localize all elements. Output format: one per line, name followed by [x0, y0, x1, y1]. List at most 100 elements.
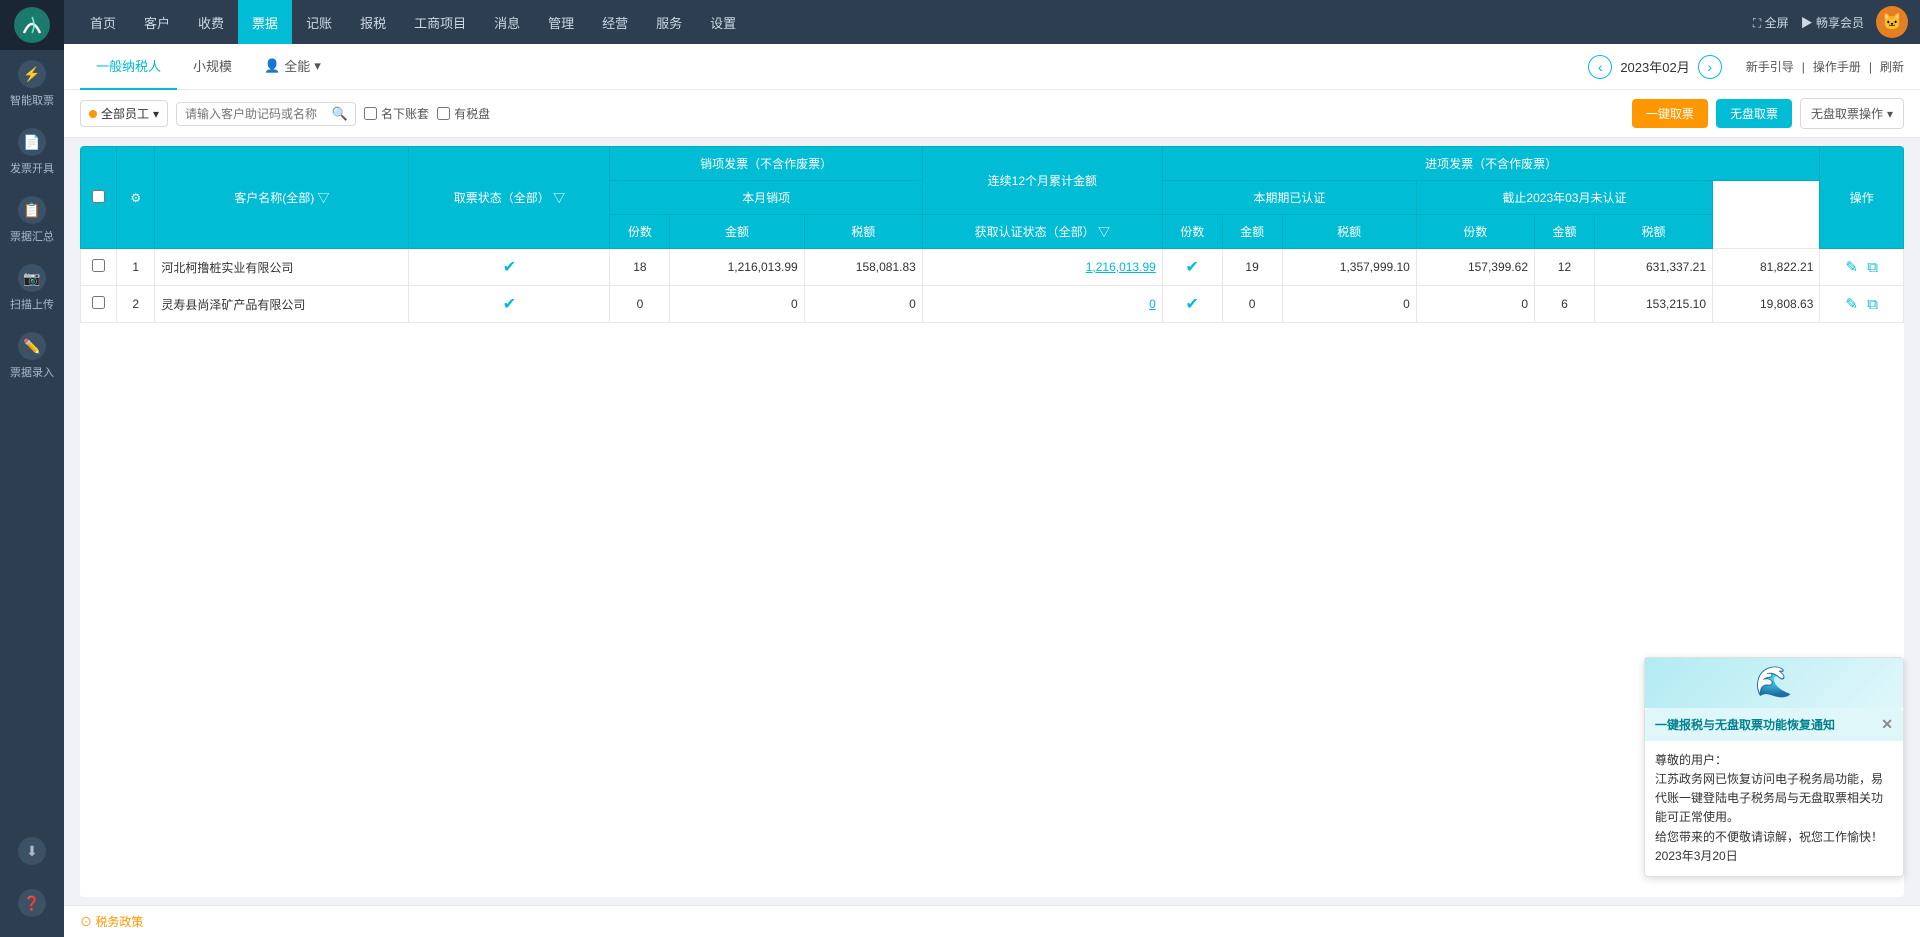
invoice-summary-icon: 📋	[18, 196, 46, 224]
next-month-btn[interactable]: ›	[1698, 55, 1722, 79]
nav-bookkeeping[interactable]: 记账	[292, 0, 346, 44]
chevron-down-icon: ▾	[314, 58, 321, 74]
row-checkbox-cell	[81, 249, 117, 286]
no-disk-operations-btn[interactable]: 无盘取票操作 ▾	[1800, 98, 1904, 129]
row-fetch-status: ✔	[409, 286, 610, 323]
col-sales-count: 份数	[610, 215, 670, 249]
toolbar-right: 一键取票 无盘取票 无盘取票操作 ▾	[1632, 98, 1904, 129]
nav-service[interactable]: 服务	[642, 0, 696, 44]
employee-dot	[89, 110, 97, 118]
sidebar-item-invoice-entry[interactable]: ✏️ 票据录入	[0, 322, 64, 390]
copy-icon[interactable]: ⧉	[1867, 259, 1878, 276]
no-disk-fetch-btn[interactable]: 无盘取票	[1716, 99, 1792, 128]
dropdown-icon: ▾	[153, 107, 159, 121]
toolbar: 全部员工 ▾ 🔍 名下账套 有税盘 一键取票 无盘取票 无盘取票操作 ▾	[64, 90, 1920, 138]
all-icon: 👤	[264, 58, 280, 74]
one-click-fetch-btn[interactable]: 一键取票	[1632, 99, 1708, 128]
col-uncert-amount: 金额	[1535, 215, 1595, 249]
nav-customer[interactable]: 客户	[130, 0, 184, 44]
row-purch-count: 0	[1222, 286, 1282, 323]
manual-btn[interactable]: 操作手册	[1813, 58, 1861, 75]
sidebar-item-invoice-summary[interactable]: 📋 票据汇总	[0, 186, 64, 254]
row-cumulative: 1,216,013.99	[922, 249, 1162, 286]
sidebar-item-scan-upload[interactable]: 📷 扫描上传	[0, 254, 64, 322]
row-index: 2	[117, 286, 155, 323]
prev-month-btn[interactable]: ‹	[1588, 55, 1612, 79]
nav-tax[interactable]: 报税	[346, 0, 400, 44]
edit-icon[interactable]: ✎	[1845, 296, 1858, 313]
cert-filter-icon[interactable]: ▽	[1098, 225, 1110, 239]
month-display: 2023年02月	[1620, 57, 1689, 76]
tab-general[interactable]: 一般纳税人	[80, 44, 177, 90]
refresh-btn[interactable]: 刷新	[1880, 58, 1904, 75]
row-checkbox-cell	[81, 286, 117, 323]
row-sales-amount: 1,216,013.99	[670, 249, 804, 286]
col-sales-amount: 金额	[670, 215, 804, 249]
filter-icon[interactable]: ▽	[318, 191, 330, 205]
tax-policy-link[interactable]: ⊙ 税务政策	[80, 913, 143, 930]
employee-select[interactable]: 全部员工 ▾	[80, 100, 168, 127]
col-uncert-tax: 税额	[1594, 215, 1712, 249]
notification-close-btn[interactable]: ✕	[1881, 716, 1893, 733]
col-checkbox-header	[81, 147, 117, 249]
nav-operation[interactable]: 经营	[588, 0, 642, 44]
col-ops-header: 操作	[1820, 147, 1904, 249]
row-company-name: 灵寿县尚泽矿产品有限公司	[155, 286, 409, 323]
smart-fetch-icon: ⚡	[18, 60, 46, 88]
col-purch-amount: 金额	[1222, 215, 1282, 249]
col-fetch-status-header: 取票状态（全部） ▽	[409, 147, 610, 249]
row-cert-status: ✔	[1162, 286, 1222, 323]
top-nav: 首页 客户 收费 票据 记账 报税 工商项目 消息 管理 经营 服务 设置 ⛶ …	[64, 0, 1920, 44]
table-row: 2 灵寿县尚泽矿产品有限公司 ✔ 0 0 0 0 ✔ 0 0 0 6 153,2…	[81, 286, 1904, 323]
sidebar: ⚡ 智能取票 📄 发票开具 📋 票据汇总 📷 扫描上传 ✏️ 票据录入 ⬇ ❓	[0, 0, 64, 937]
row-checkbox-1[interactable]	[92, 296, 105, 309]
table-row: 1 河北柯撸桩实业有限公司 ✔ 18 1,216,013.99 158,081.…	[81, 249, 1904, 286]
invoice-entry-icon: ✏️	[18, 332, 46, 360]
search-input[interactable]	[176, 102, 356, 126]
row-sales-count: 0	[610, 286, 670, 323]
top-nav-right: ⛶ 全屏 ▶ 畅享会员 🐱	[1753, 6, 1908, 38]
checkbox-taxdisk-label[interactable]: 有税盘	[437, 105, 490, 122]
filter-icon2[interactable]: ▽	[553, 191, 565, 205]
checkbox-account[interactable]	[364, 107, 377, 120]
sidebar-item-invoice-open[interactable]: 📄 发票开具	[0, 118, 64, 186]
new-guide-btn[interactable]: 新手引导	[1746, 58, 1794, 75]
content: 一般纳税人 小规模 👤 全能 ▾ ‹ 2023年02月 › 新手引导 | 操作手…	[64, 44, 1920, 937]
scan-upload-icon: 📷	[18, 264, 46, 292]
col-settings-header: ⚙	[117, 147, 155, 249]
nav-management[interactable]: 管理	[534, 0, 588, 44]
copy-icon[interactable]: ⧉	[1867, 296, 1878, 313]
nav-revenue[interactable]: 收费	[184, 0, 238, 44]
row-actions: ✎ ⧉	[1820, 249, 1904, 286]
checkbox-account-label[interactable]: 名下账套	[364, 105, 429, 122]
row-sales-tax: 0	[804, 286, 922, 323]
nav-invoice[interactable]: 票据	[238, 0, 292, 44]
row-purch-amount: 0	[1282, 286, 1416, 323]
nav-message[interactable]: 消息	[480, 0, 534, 44]
nav-business[interactable]: 工商项目	[400, 0, 480, 44]
fullscreen-btn[interactable]: ⛶ 全屏	[1753, 14, 1789, 31]
edit-icon[interactable]: ✎	[1845, 259, 1858, 276]
invoice-open-icon: 📄	[18, 128, 46, 156]
row-cumulative: 0	[922, 286, 1162, 323]
nav-settings[interactable]: 设置	[696, 0, 750, 44]
user-avatar[interactable]: 🐱	[1876, 6, 1908, 38]
sidebar-item-download[interactable]: ⬇	[0, 827, 64, 875]
search-icon[interactable]: 🔍	[332, 106, 348, 122]
sidebar-item-help[interactable]: ❓	[0, 879, 64, 927]
row-cert-status: ✔	[1162, 249, 1222, 286]
row-uncert-count: 6	[1535, 286, 1595, 323]
tab-bar: 一般纳税人 小规模 👤 全能 ▾ ‹ 2023年02月 › 新手引导 | 操作手…	[64, 44, 1920, 90]
row-checkbox-0[interactable]	[92, 259, 105, 272]
tab-small[interactable]: 小规模	[177, 44, 248, 90]
col-customer-header: 客户名称(全部) ▽	[155, 147, 409, 249]
col-uncertified-header: 截止2023年03月未认证	[1416, 181, 1712, 215]
tab-all[interactable]: 👤 全能 ▾	[248, 44, 337, 90]
checkbox-taxdisk[interactable]	[437, 107, 450, 120]
nav-home[interactable]: 首页	[76, 0, 130, 44]
sidebar-item-label: 智能取票	[10, 92, 54, 108]
row-uncert-tax: 19,808.63	[1713, 286, 1820, 323]
sidebar-item-smart-fetch[interactable]: ⚡ 智能取票	[0, 50, 64, 118]
select-all-checkbox[interactable]	[92, 190, 105, 203]
member-btn[interactable]: ▶ 畅享会员	[1801, 14, 1864, 31]
